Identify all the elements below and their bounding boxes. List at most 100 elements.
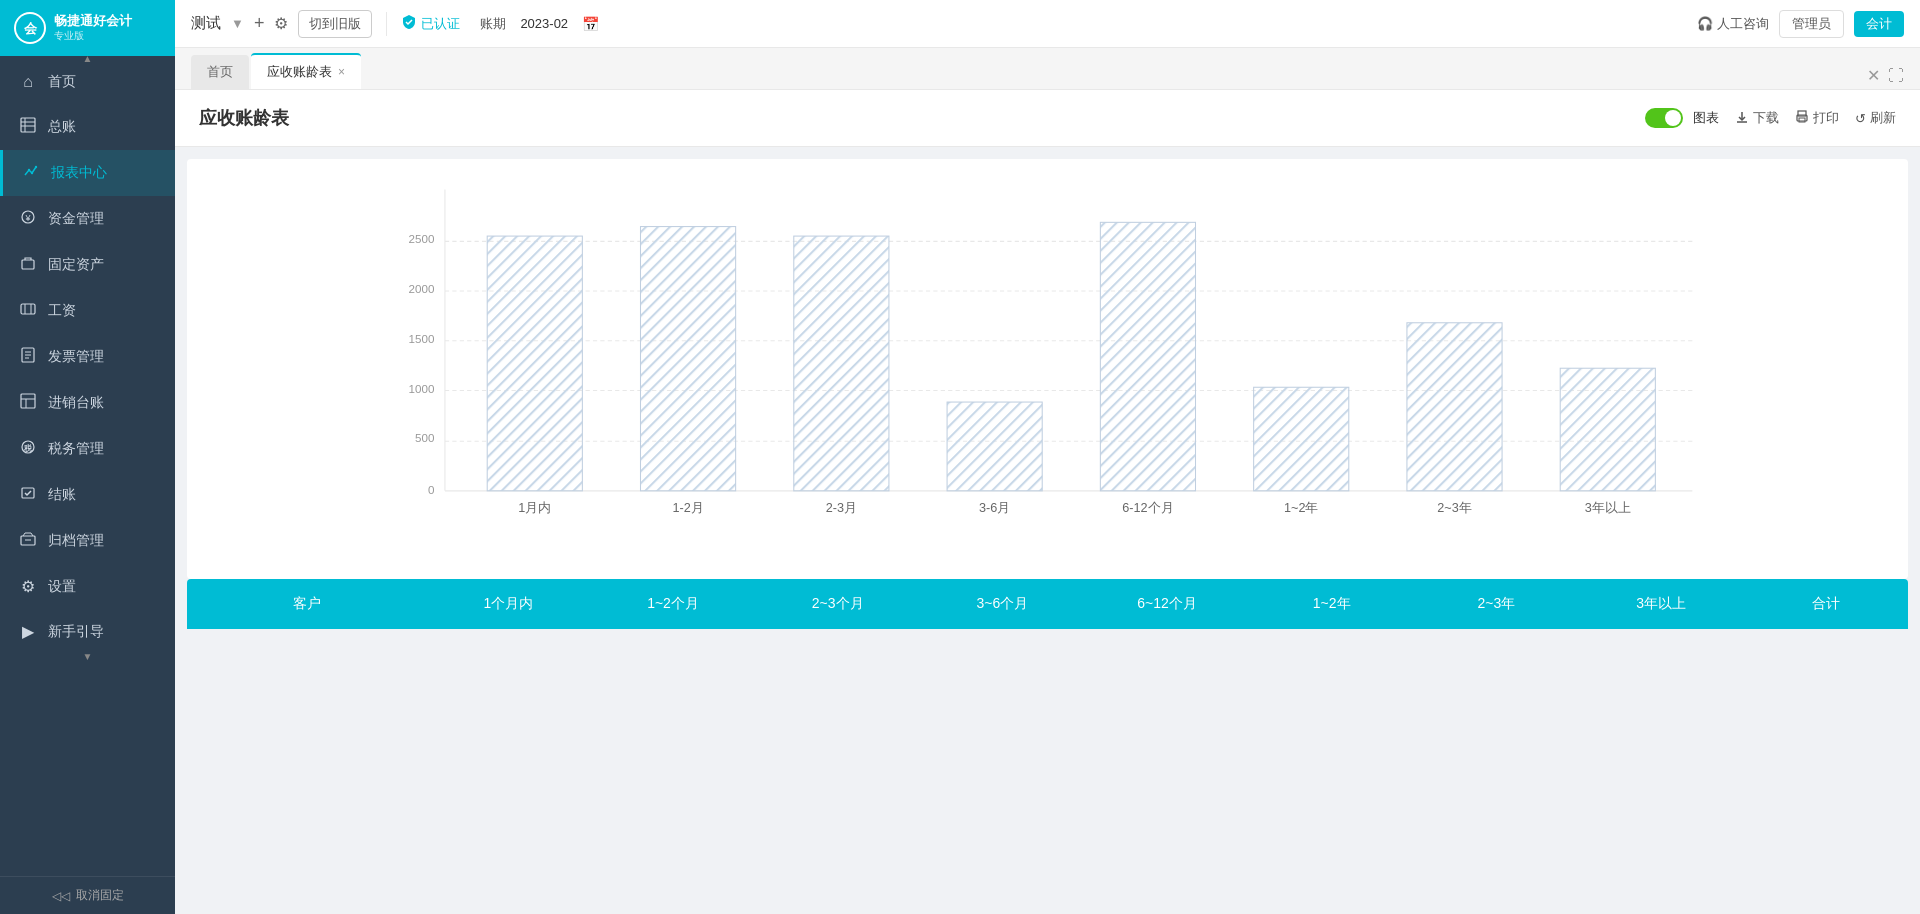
page-actions: 图表 下载 打印 ↺ 刷新: [1645, 108, 1896, 128]
home-icon: ⌂: [18, 73, 38, 91]
role-button[interactable]: 会计: [1854, 11, 1904, 37]
table-col-2-3y: 2~3年: [1414, 579, 1579, 629]
svg-text:¥: ¥: [24, 213, 31, 223]
sidebar-item-invoice[interactable]: 发票管理: [0, 334, 175, 380]
sidebar-label-ledger: 总账: [48, 118, 76, 136]
svg-rect-55: [1254, 387, 1349, 491]
content-area: 应收账龄表 图表 下载 打印: [175, 90, 1920, 914]
refresh-label: 刷新: [1870, 109, 1896, 127]
svg-text:1000: 1000: [409, 382, 435, 395]
ledger-icon: [18, 117, 38, 137]
tab-close-button[interactable]: ✕: [1867, 66, 1880, 85]
asset-icon: [18, 255, 38, 275]
consult-button[interactable]: 🎧 人工咨询: [1697, 15, 1769, 33]
tab-home-label: 首页: [207, 63, 233, 81]
svg-point-7: [31, 172, 33, 174]
tab-aging-label: 应收账龄表: [267, 63, 332, 81]
table-header: 客户 1个月内 1~2个月 2~3个月 3~6个月 6~12个月 1~2年 2~…: [187, 579, 1908, 629]
app-edition: 专业版: [54, 29, 132, 43]
chart-toggle-container: 图表: [1645, 108, 1719, 128]
svg-text:3年以上: 3年以上: [1585, 501, 1631, 515]
tab-expand-button[interactable]: ⛶: [1888, 67, 1904, 85]
sidebar-item-sales[interactable]: 进销台账: [0, 380, 175, 426]
consult-label: 人工咨询: [1717, 15, 1769, 33]
svg-rect-19: [21, 394, 35, 408]
checkout-icon: [18, 485, 38, 505]
calendar-icon[interactable]: 📅: [582, 16, 599, 32]
svg-point-6: [28, 169, 30, 171]
topbar-title: 测试: [191, 14, 221, 33]
sidebar-item-checkout[interactable]: 结账: [0, 472, 175, 518]
topbar-dropdown-button[interactable]: ▼: [231, 16, 244, 31]
app-logo-icon: 会: [14, 12, 46, 44]
tabs-bar: 首页 应收账龄表 × ✕ ⛶: [175, 48, 1920, 90]
chart-toggle[interactable]: [1645, 108, 1683, 128]
sidebar-label-guide: 新手引导: [48, 623, 104, 641]
headset-icon: 🎧: [1697, 16, 1713, 31]
table-col-2-3m: 2~3个月: [755, 579, 920, 629]
sidebar-item-archive[interactable]: 归档管理: [0, 518, 175, 564]
tabs-actions: ✕ ⛶: [1867, 66, 1904, 89]
svg-rect-57: [1407, 323, 1502, 491]
settings-icon: ⚙: [18, 577, 38, 596]
sidebar-item-settings[interactable]: ⚙ 设置: [0, 564, 175, 609]
report-icon: [21, 163, 41, 183]
topbar-settings-button[interactable]: ⚙: [274, 14, 288, 33]
table-col-1m: 1个月内: [426, 579, 591, 629]
sidebar-label-report: 报表中心: [51, 164, 107, 182]
svg-rect-59: [1560, 368, 1655, 491]
tab-aging-close[interactable]: ×: [338, 65, 345, 79]
refresh-button[interactable]: ↺ 刷新: [1855, 109, 1896, 127]
main-content: 测试 ▼ + ⚙ 切到旧版 已认证 账期 2023-02 📅 🎧 人工咨询 管理…: [175, 0, 1920, 914]
sidebar-item-tax[interactable]: 税 税务管理: [0, 426, 175, 472]
svg-text:1-2月: 1-2月: [672, 501, 703, 515]
sidebar-item-home[interactable]: ⌂ 首页: [0, 60, 175, 104]
sidebar-item-ledger[interactable]: 总账: [0, 104, 175, 150]
topbar-switch-button[interactable]: 切到旧版: [298, 10, 372, 38]
tab-aging[interactable]: 应收账龄表 ×: [251, 53, 361, 89]
table-col-customer: 客户: [187, 579, 426, 629]
svg-rect-11: [22, 260, 34, 269]
table-col-1-2m: 1~2个月: [591, 579, 756, 629]
svg-text:1月内: 1月内: [518, 501, 551, 515]
chart-label: 图表: [1693, 109, 1719, 127]
svg-text:会: 会: [23, 21, 38, 36]
svg-text:500: 500: [415, 431, 434, 444]
sidebar-item-wage[interactable]: 工资: [0, 288, 175, 334]
download-icon: [1735, 110, 1749, 127]
sidebar-logo: 会 畅捷通好会计 专业版: [0, 0, 175, 56]
tax-icon: 税: [18, 439, 38, 459]
svg-rect-53: [1100, 222, 1195, 491]
table-col-3y-plus: 3年以上: [1579, 579, 1744, 629]
sidebar-item-report[interactable]: 报表中心: [0, 150, 175, 196]
svg-text:6-12个月: 6-12个月: [1122, 501, 1173, 515]
app-name: 畅捷通好会计: [54, 13, 132, 30]
bar-chart: 0 500 1000 1500 2000 2500: [217, 179, 1878, 549]
table-col-1-2y: 1~2年: [1249, 579, 1414, 629]
page-header: 应收账龄表 图表 下载 打印: [175, 90, 1920, 147]
svg-text:3-6月: 3-6月: [979, 501, 1010, 515]
sidebar: 会 畅捷通好会计 专业版 ▲ ⌂ 首页 总账 报表中心: [0, 0, 175, 914]
print-button[interactable]: 打印: [1795, 109, 1839, 127]
svg-rect-47: [641, 227, 736, 491]
sidebar-label-sales: 进销台账: [48, 394, 104, 412]
sidebar-item-fund[interactable]: ¥ 资金管理: [0, 196, 175, 242]
svg-text:税: 税: [23, 443, 33, 453]
sidebar-item-guide[interactable]: ▶ 新手引导: [0, 609, 175, 654]
sidebar-label-checkout: 结账: [48, 486, 76, 504]
sidebar-label-settings: 设置: [48, 578, 76, 596]
user-button[interactable]: 管理员: [1779, 10, 1844, 38]
table-col-total: 合计: [1743, 579, 1908, 629]
page-title: 应收账龄表: [199, 106, 289, 130]
sidebar-item-asset[interactable]: 固定资产: [0, 242, 175, 288]
certified-status: 已认证: [401, 14, 460, 33]
cancel-fix-button[interactable]: ◁◁ 取消固定: [0, 876, 175, 914]
svg-point-8: [35, 166, 37, 168]
topbar-add-button[interactable]: +: [254, 13, 265, 34]
svg-rect-49: [794, 236, 889, 491]
tab-home[interactable]: 首页: [191, 55, 249, 89]
unpin-icon: ◁◁: [52, 889, 70, 903]
download-button[interactable]: 下载: [1735, 109, 1779, 127]
svg-rect-12: [21, 304, 35, 314]
sidebar-label-wage: 工资: [48, 302, 76, 320]
